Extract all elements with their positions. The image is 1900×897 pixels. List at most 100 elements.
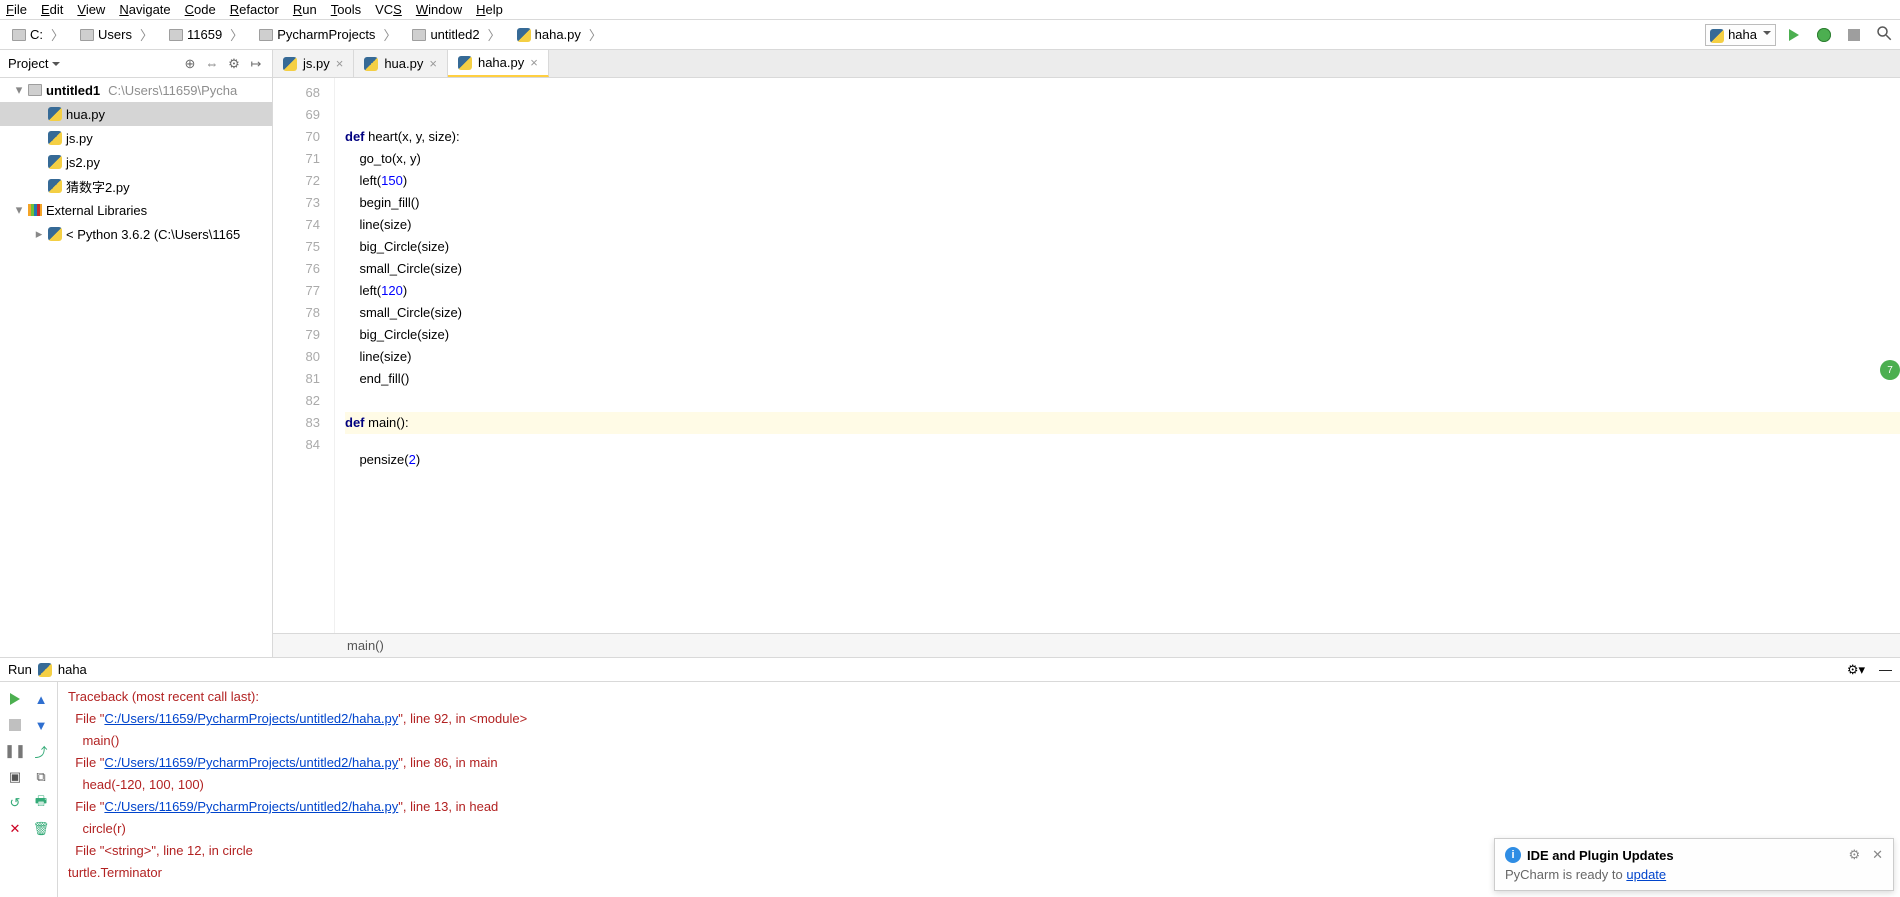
tree-item-untitled1[interactable]: ▾ untitled1C:\Users\11659\Pycha — [0, 78, 272, 102]
code-line-84[interactable]: pensize(2) — [345, 452, 420, 467]
console-line: circle(r) — [68, 818, 1890, 840]
breadcrumb-pycharmprojects[interactable]: PycharmProjects〉 — [251, 20, 404, 49]
soft-wrap-button[interactable]: ⤴ — [30, 740, 52, 762]
search-everywhere-button[interactable] — [1872, 23, 1896, 47]
console-line: Traceback (most recent call last): — [68, 686, 1890, 708]
traceback-link[interactable]: C:/Users/11659/PycharmProjects/untitled2… — [104, 755, 398, 770]
bug-icon — [1817, 28, 1831, 42]
run-button[interactable] — [1782, 23, 1806, 47]
search-icon — [1875, 24, 1893, 45]
folder-icon — [12, 29, 26, 41]
code-line-79[interactable]: big_Circle(size) — [345, 327, 449, 342]
run-config-name: haha — [1728, 27, 1757, 42]
breadcrumb-c[interactable]: C:〉 — [4, 20, 72, 49]
menu-vcs[interactable]: VCS — [375, 2, 402, 17]
menu-navigate[interactable]: Navigate — [119, 2, 170, 17]
tree-item-huapy[interactable]: hua.py — [0, 102, 272, 126]
restore-button[interactable]: ↺ — [4, 792, 26, 814]
python-file-icon — [364, 57, 378, 71]
menu-edit[interactable]: Edit — [41, 2, 63, 17]
tree-item-jspy[interactable]: js.py — [0, 126, 272, 150]
tree-item-js2py[interactable]: js2.py — [0, 150, 272, 174]
code-line-81[interactable]: end_fill() — [345, 371, 409, 386]
code-line-70[interactable]: def heart(x, y, size): — [345, 129, 460, 144]
tree-item-python362cusers1165[interactable]: ▸ < Python 3.6.2 (C:\Users\1165 — [0, 222, 272, 246]
menu-help[interactable]: Help — [476, 2, 503, 17]
code-line-80[interactable]: line(size) — [345, 349, 411, 364]
stop-icon — [1848, 29, 1860, 41]
menu-tools[interactable]: Tools — [331, 2, 361, 17]
trash-button[interactable]: 🗑 — [30, 818, 52, 840]
clear-button[interactable]: ✕ — [4, 818, 26, 840]
tree-item-externallibraries[interactable]: ▾ External Libraries — [0, 198, 272, 222]
hide-icon[interactable]: ↦ — [248, 56, 264, 72]
pause-button[interactable]: ❚❚ — [4, 740, 26, 762]
main-area: Project ⊕ ⇔ ⚙ ↦ ▾ untitled1C:\Users\1165… — [0, 50, 1900, 657]
tab-haha-py[interactable]: haha.py× — [448, 50, 549, 77]
gear-icon[interactable]: ⚙ — [226, 56, 242, 72]
code-line-76[interactable]: small_Circle(size) — [345, 261, 462, 276]
gear-icon[interactable]: ⚙ — [1848, 847, 1860, 863]
info-icon: i — [1505, 847, 1521, 863]
chevron-right-icon: 〉 — [140, 25, 153, 44]
editor-breadcrumb[interactable]: main() — [273, 633, 1900, 657]
code-line-78[interactable]: small_Circle(size) — [345, 305, 462, 320]
tab-js-py[interactable]: js.py× — [273, 50, 354, 77]
run-config-selector[interactable]: haha — [1705, 24, 1776, 46]
code-line-72[interactable]: left(150) — [345, 173, 407, 188]
rerun-button[interactable] — [4, 688, 26, 710]
python-file-icon — [458, 56, 472, 70]
code-content[interactable]: def heart(x, y, size): go_to(x, y) left(… — [335, 78, 1900, 633]
stop-button[interactable] — [1842, 23, 1866, 47]
up-button[interactable]: ▲ — [30, 688, 52, 710]
tree-item-2py[interactable]: 猜数字2.py — [0, 174, 272, 198]
python-icon — [38, 663, 52, 677]
locate-icon[interactable]: ⊕ — [182, 56, 198, 72]
down-button[interactable]: ▼ — [30, 714, 52, 736]
menu-window[interactable]: Window — [416, 2, 462, 17]
menu-view[interactable]: View — [77, 2, 105, 17]
notification-text: PyCharm is ready to — [1505, 867, 1626, 882]
chevron-right-icon: 〉 — [589, 25, 602, 44]
code-line-83[interactable]: def main(): — [345, 412, 1900, 434]
breadcrumb-11659[interactable]: 11659〉 — [161, 20, 251, 49]
analysis-badge[interactable]: 7 — [1880, 360, 1900, 380]
navigation-bar: C:〉Users〉11659〉PycharmProjects〉untitled2… — [0, 20, 1900, 50]
code-editor[interactable]: 6869707172737475767778798081828384 def h… — [273, 78, 1900, 633]
breadcrumb-untitled2[interactable]: untitled2〉 — [404, 20, 508, 49]
update-link[interactable]: update — [1626, 867, 1666, 882]
close-tab-icon[interactable]: × — [530, 55, 538, 70]
code-line-75[interactable]: big_Circle(size) — [345, 239, 449, 254]
close-tab-icon[interactable]: × — [336, 56, 344, 71]
menu-run[interactable]: Run — [293, 2, 317, 17]
folder-icon — [169, 29, 183, 41]
traceback-link[interactable]: C:/Users/11659/PycharmProjects/untitled2… — [104, 799, 398, 814]
editor-tabs: js.py×hua.py×haha.py× — [273, 50, 1900, 78]
tab-hua-py[interactable]: hua.py× — [354, 50, 448, 77]
close-tab-icon[interactable]: × — [429, 56, 437, 71]
close-icon[interactable]: ✕ — [1872, 847, 1883, 863]
breadcrumb-users[interactable]: Users〉 — [72, 20, 161, 49]
collapse-icon[interactable]: ⇔ — [204, 56, 220, 72]
code-line-73[interactable]: begin_fill() — [345, 195, 419, 210]
code-line-77[interactable]: left(120) — [345, 283, 407, 298]
debug-button[interactable] — [1812, 23, 1836, 47]
menu-file[interactable]: File — [6, 2, 27, 17]
menu-code[interactable]: Code — [185, 2, 216, 17]
code-line-74[interactable]: line(size) — [345, 217, 411, 232]
stop-button-panel[interactable] — [4, 714, 26, 736]
layout-button[interactable]: ▣ — [4, 766, 26, 788]
play-icon — [10, 693, 20, 705]
hide-icon[interactable]: — — [1879, 662, 1892, 677]
menu-refactor[interactable]: Refactor — [230, 2, 279, 17]
breadcrumb-hahapy[interactable]: haha.py〉 — [509, 20, 610, 49]
print-button[interactable]: 🖶 — [30, 792, 52, 814]
lib-icon — [28, 204, 42, 216]
export-button[interactable]: ⧉ — [30, 766, 52, 788]
traceback-link[interactable]: C:/Users/11659/PycharmProjects/untitled2… — [104, 711, 398, 726]
code-line-71[interactable]: go_to(x, y) — [345, 151, 421, 166]
run-panel-title: Run — [8, 662, 32, 677]
project-tree[interactable]: ▾ untitled1C:\Users\11659\Pycha hua.py j… — [0, 78, 272, 657]
chevron-down-icon[interactable] — [52, 62, 60, 66]
gear-icon[interactable]: ⚙▾ — [1847, 662, 1865, 678]
